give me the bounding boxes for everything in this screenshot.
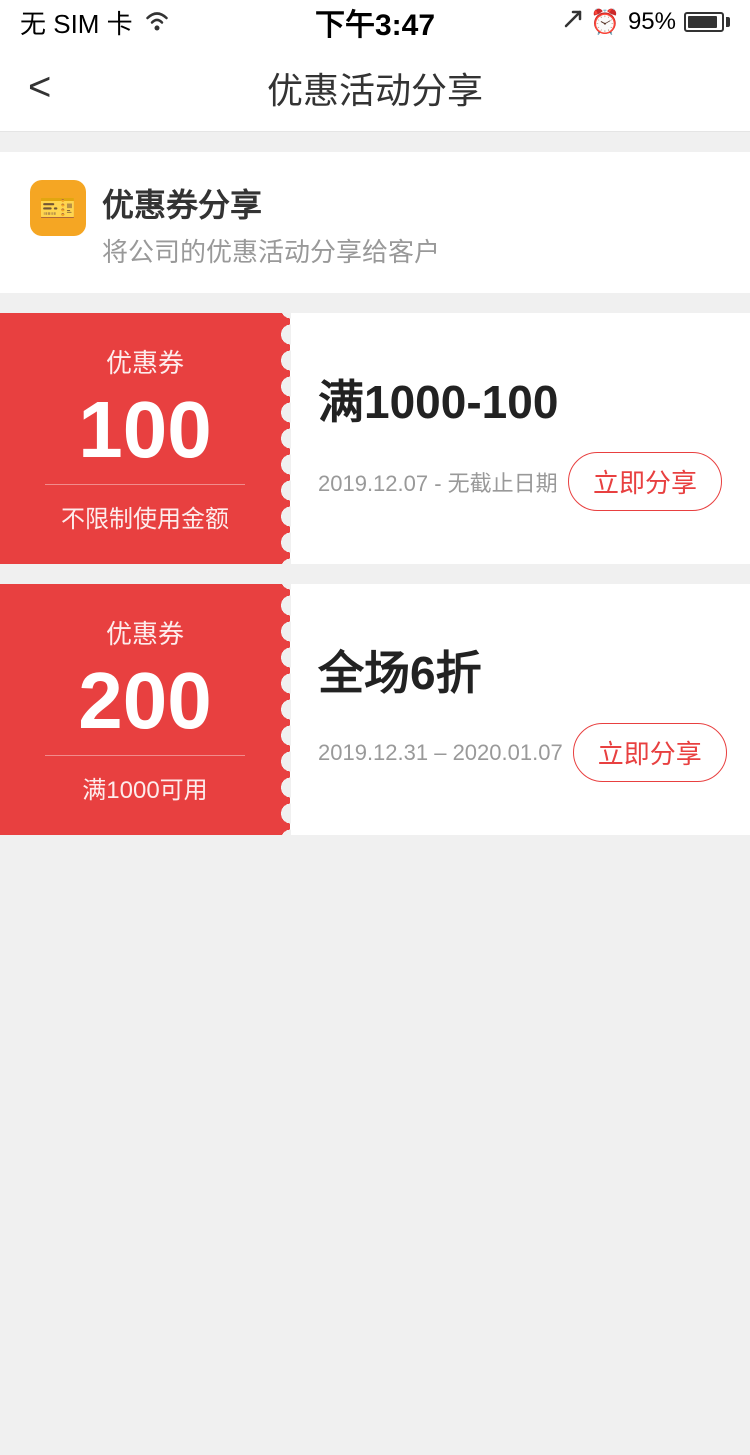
battery-icon	[684, 12, 730, 32]
coupon-date-2: 2019.12.31 – 2020.01.07	[318, 740, 563, 766]
coupon-name-1: 满1000-100	[318, 366, 722, 432]
coupon-right-2: 全场6折 2019.12.31 – 2020.01.07 立即分享	[290, 584, 750, 835]
battery-percent: 95%	[628, 8, 676, 36]
coupon-footer-1: 2019.12.07 - 无截止日期 立即分享	[318, 452, 722, 511]
section-text: 优惠券分享 将公司的优惠活动分享给客户	[102, 180, 440, 269]
share-button-1[interactable]: 立即分享	[568, 452, 722, 511]
coupon-divider-1	[45, 484, 245, 485]
page-title: 优惠活动分享	[267, 62, 483, 114]
share-button-2[interactable]: 立即分享	[573, 723, 727, 782]
coupon-date-1: 2019.12.07 - 无截止日期	[318, 466, 558, 498]
alarm-icon: ⏰	[590, 8, 620, 37]
coupon-right-1: 满1000-100 2019.12.07 - 无截止日期 立即分享	[290, 313, 750, 564]
coupon-amount-1: 100	[78, 390, 211, 470]
status-time: 下午3:47	[315, 0, 435, 44]
coupon-condition-2: 满1000可用	[82, 770, 207, 805]
nav-bar: < 优惠活动分享	[0, 44, 750, 132]
coupon-condition-1: 不限制使用金额	[61, 499, 229, 534]
coupon-left-1: 优惠券 100 不限制使用金额	[0, 313, 290, 564]
carrier-text: 无 SIM 卡	[20, 4, 133, 41]
status-left: 无 SIM 卡	[20, 4, 171, 41]
coupon-card-1: 优惠券 100 不限制使用金额 满1000-100 2019.12.07 - 无…	[0, 313, 750, 564]
coupon-label-1: 优惠券	[106, 343, 184, 380]
section-header: 🎫 优惠券分享 将公司的优惠活动分享给客户	[0, 152, 750, 293]
wifi-icon	[143, 7, 171, 38]
coupon-divider-2	[45, 755, 245, 756]
status-right: ⏰ 95%	[564, 8, 730, 37]
coupon-list: 优惠券 100 不限制使用金额 满1000-100 2019.12.07 - 无…	[0, 313, 750, 855]
coupon-icon: 🎫	[30, 180, 86, 236]
background-fill	[0, 855, 750, 1455]
section-subtitle: 将公司的优惠活动分享给客户	[102, 232, 440, 269]
coupon-amount-2: 200	[78, 661, 211, 741]
coupon-card-2: 优惠券 200 满1000可用 全场6折 2019.12.31 – 2020.0…	[0, 584, 750, 835]
coupon-name-2: 全场6折	[318, 637, 722, 703]
back-button[interactable]: <	[28, 65, 51, 110]
location-icon	[564, 8, 582, 37]
coupon-left-2: 优惠券 200 满1000可用	[0, 584, 290, 835]
section-title: 优惠券分享	[102, 180, 440, 226]
coupon-label-2: 优惠券	[106, 614, 184, 651]
status-bar: 无 SIM 卡 下午3:47 ⏰ 95%	[0, 0, 750, 44]
coupon-footer-2: 2019.12.31 – 2020.01.07 立即分享	[318, 723, 722, 782]
